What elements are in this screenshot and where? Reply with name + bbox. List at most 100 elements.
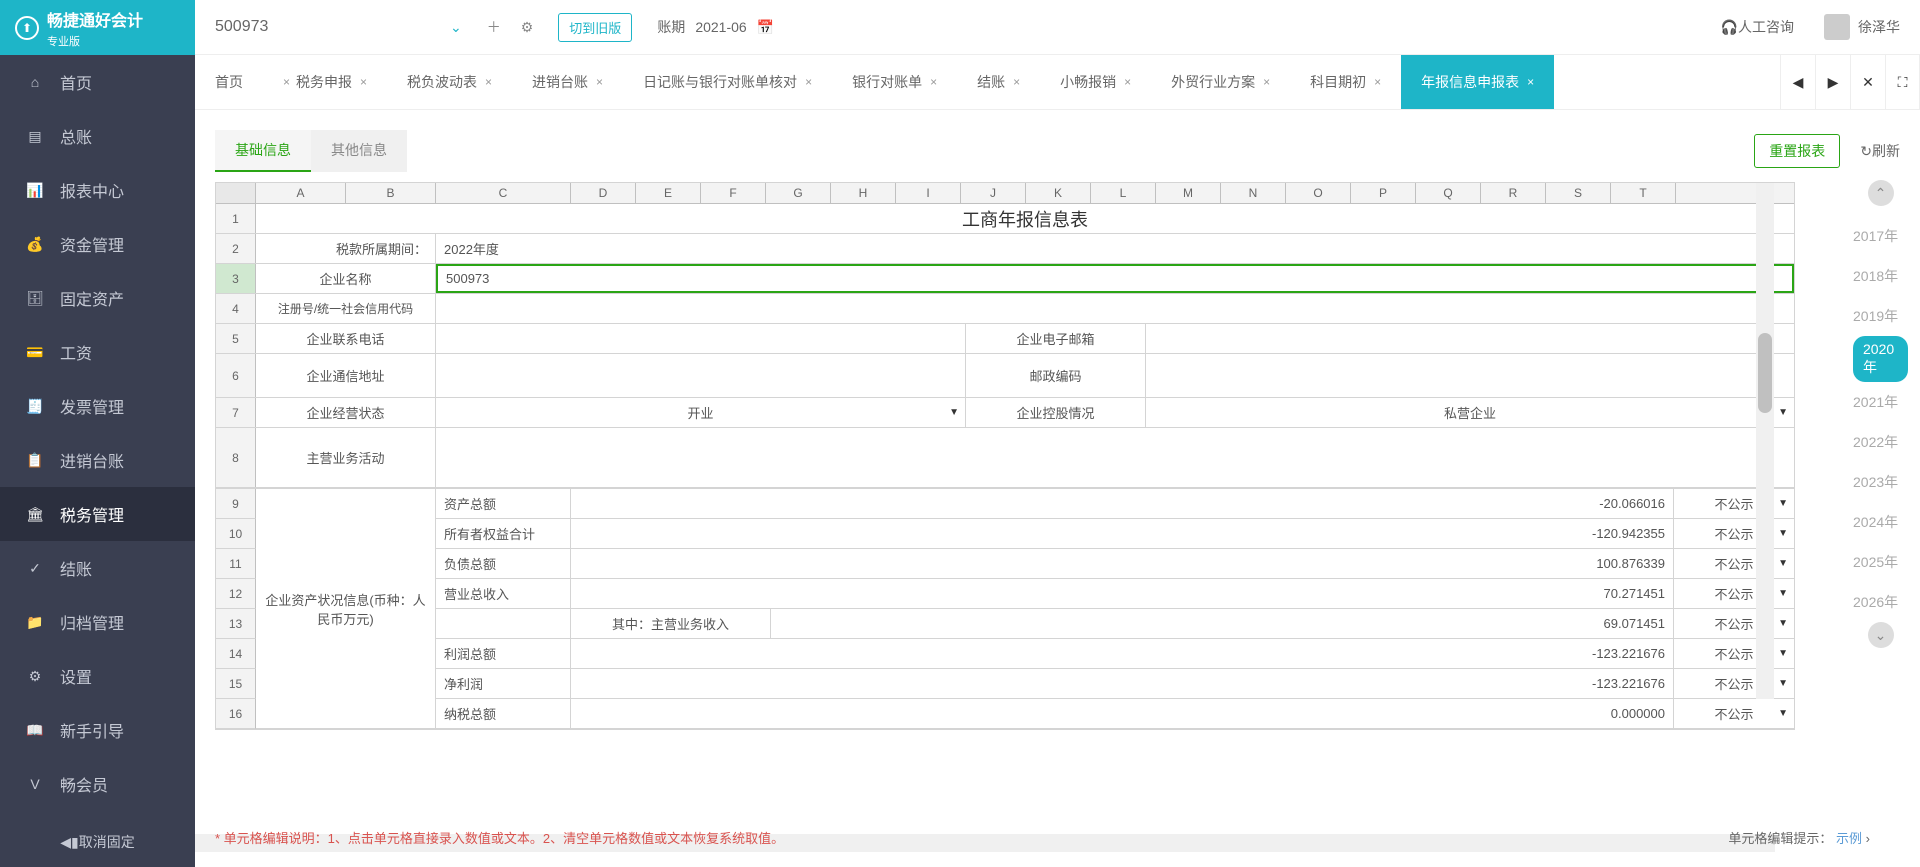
address-input[interactable] — [436, 354, 966, 397]
tab-银行对账单[interactable]: 银行对账单× — [832, 55, 957, 109]
nav-settings[interactable]: ⚙设置 — [0, 649, 195, 703]
year-option[interactable]: 2023年 — [1853, 462, 1908, 502]
fin-value[interactable]: 100.876339 — [571, 549, 1674, 578]
rebuild-button[interactable]: 重置报表 — [1754, 134, 1840, 168]
col-header[interactable]: Q — [1416, 183, 1481, 203]
doc-number[interactable]: 500973 — [215, 18, 435, 36]
close-icon[interactable]: × — [930, 75, 937, 89]
tab-年报信息申报表[interactable]: 年报信息申报表× — [1401, 55, 1554, 109]
nav-guide[interactable]: 📖新手引导 — [0, 703, 195, 757]
year-option[interactable]: 2022年 — [1853, 422, 1908, 462]
subtab-basic[interactable]: 基础信息 — [215, 130, 311, 172]
disclosure-select[interactable]: 不公示▼ — [1674, 609, 1794, 638]
col-header[interactable]: S — [1546, 183, 1611, 203]
close-icon[interactable]: × — [1263, 75, 1270, 89]
nav-psi[interactable]: 📋进销台账 — [0, 433, 195, 487]
col-header[interactable]: K — [1026, 183, 1091, 203]
doc-dropdown-icon[interactable]: ⌄ — [450, 19, 462, 36]
disclosure-select[interactable]: 不公示▼ — [1674, 489, 1794, 518]
year-up-icon[interactable]: ⌃ — [1868, 180, 1894, 206]
company-name-input[interactable]: 500973 — [436, 264, 1794, 293]
tab-小畅报销[interactable]: 小畅报销× — [1040, 55, 1151, 109]
col-header[interactable]: G — [766, 183, 831, 203]
spreadsheet[interactable]: ABCDEFGHIJKLMNOPQRST 1工商年报信息表 2 税款所属期间： … — [215, 182, 1795, 730]
close-icon[interactable]: × — [360, 75, 367, 89]
gear-icon[interactable]: ⚙ — [521, 19, 534, 36]
nav-vip[interactable]: V畅会员 — [0, 757, 195, 811]
fullscreen-icon[interactable]: ⛶ — [1885, 55, 1920, 109]
year-option[interactable]: 2024年 — [1853, 502, 1908, 542]
year-option[interactable]: 2026年 — [1853, 582, 1908, 622]
col-header[interactable]: M — [1156, 183, 1221, 203]
email-input[interactable] — [1146, 324, 1794, 353]
subtab-other[interactable]: 其他信息 — [311, 130, 407, 172]
col-header[interactable]: C — [436, 183, 571, 203]
nav-ledger[interactable]: ▤总账 — [0, 109, 195, 163]
close-icon[interactable]: × — [1124, 75, 1131, 89]
nav-fund[interactable]: 💰资金管理 — [0, 217, 195, 271]
nav-close[interactable]: ✓结账 — [0, 541, 195, 595]
main-biz-input[interactable] — [436, 428, 1794, 487]
year-option[interactable]: 2021年 — [1853, 382, 1908, 422]
year-option[interactable]: 2019年 — [1853, 296, 1908, 336]
fin-value[interactable]: 70.271451 — [571, 579, 1674, 608]
nav-salary[interactable]: 💳工资 — [0, 325, 195, 379]
tab-结账[interactable]: 结账× — [957, 55, 1040, 109]
tab-scroll-right[interactable]: ▶ — [1815, 55, 1850, 109]
col-header[interactable]: L — [1091, 183, 1156, 203]
year-option[interactable]: 2025年 — [1853, 542, 1908, 582]
nav-report[interactable]: 📊报表中心 — [0, 163, 195, 217]
close-icon[interactable]: × — [805, 75, 812, 89]
col-header[interactable]: B — [346, 183, 436, 203]
close-icon[interactable]: × — [1374, 75, 1381, 89]
username[interactable]: 徐泽华 — [1858, 17, 1900, 37]
close-icon[interactable]: × — [1013, 75, 1020, 89]
fin-value[interactable]: -123.221676 — [571, 669, 1674, 698]
old-version-button[interactable]: 切到旧版 — [558, 13, 632, 42]
calendar-icon[interactable]: 📅 — [757, 19, 774, 36]
fin-value[interactable]: 0.000000 — [571, 699, 1674, 728]
fin-value[interactable]: -20.066016 — [571, 489, 1674, 518]
tab-日记账与银行对账单核对[interactable]: 日记账与银行对账单核对× — [623, 55, 832, 109]
tab-进销台账[interactable]: 进销台账× — [512, 55, 623, 109]
fin-value[interactable]: 69.071451 — [771, 609, 1674, 638]
example-link[interactable]: 示例 — [1836, 831, 1862, 846]
add-icon[interactable]: ＋ — [487, 17, 501, 37]
tab-外贸行业方案[interactable]: 外贸行业方案× — [1151, 55, 1290, 109]
col-header[interactable]: H — [831, 183, 896, 203]
year-option[interactable]: 2020年 — [1853, 336, 1908, 382]
holding-select[interactable]: 私营企业▼ — [1146, 398, 1794, 427]
disclosure-select[interactable]: 不公示▼ — [1674, 579, 1794, 608]
close-icon[interactable]: × — [1527, 75, 1534, 89]
year-down-icon[interactable]: ⌄ — [1868, 622, 1894, 648]
disclosure-select[interactable]: 不公示▼ — [1674, 519, 1794, 548]
tab-scroll-left[interactable]: ◀ — [1780, 55, 1815, 109]
col-header[interactable]: P — [1351, 183, 1416, 203]
nav-invoice[interactable]: 🧾发票管理 — [0, 379, 195, 433]
nav-asset[interactable]: 🗄固定资产 — [0, 271, 195, 325]
period-value[interactable]: 2021-06 — [695, 19, 746, 35]
period-owner-value[interactable]: 2022年度 — [436, 234, 1794, 263]
consult-button[interactable]: 🎧 人工咨询 — [1721, 17, 1794, 37]
phone-input[interactable] — [436, 324, 966, 353]
vertical-scrollbar[interactable] — [1756, 183, 1774, 699]
disclosure-select[interactable]: 不公示▼ — [1674, 549, 1794, 578]
nav-archive[interactable]: 📁归档管理 — [0, 595, 195, 649]
avatar[interactable] — [1824, 14, 1850, 40]
col-header[interactable]: I — [896, 183, 961, 203]
col-header[interactable]: N — [1221, 183, 1286, 203]
col-header[interactable]: F — [701, 183, 766, 203]
col-header[interactable]: T — [1611, 183, 1676, 203]
disclosure-select[interactable]: 不公示▼ — [1674, 699, 1794, 728]
close-icon[interactable]: × — [485, 75, 492, 89]
col-header[interactable]: R — [1481, 183, 1546, 203]
tab-税负波动表[interactable]: 税负波动表× — [387, 55, 512, 109]
nav-tax[interactable]: 🏛税务管理 — [0, 487, 195, 541]
col-header[interactable]: D — [571, 183, 636, 203]
col-header[interactable]: E — [636, 183, 701, 203]
col-header[interactable]: J — [961, 183, 1026, 203]
col-header[interactable]: A — [256, 183, 346, 203]
fin-value[interactable]: -123.221676 — [571, 639, 1674, 668]
reg-code-input[interactable] — [436, 294, 1794, 323]
tab-税务申报[interactable]: ×税务申报× — [263, 55, 387, 109]
